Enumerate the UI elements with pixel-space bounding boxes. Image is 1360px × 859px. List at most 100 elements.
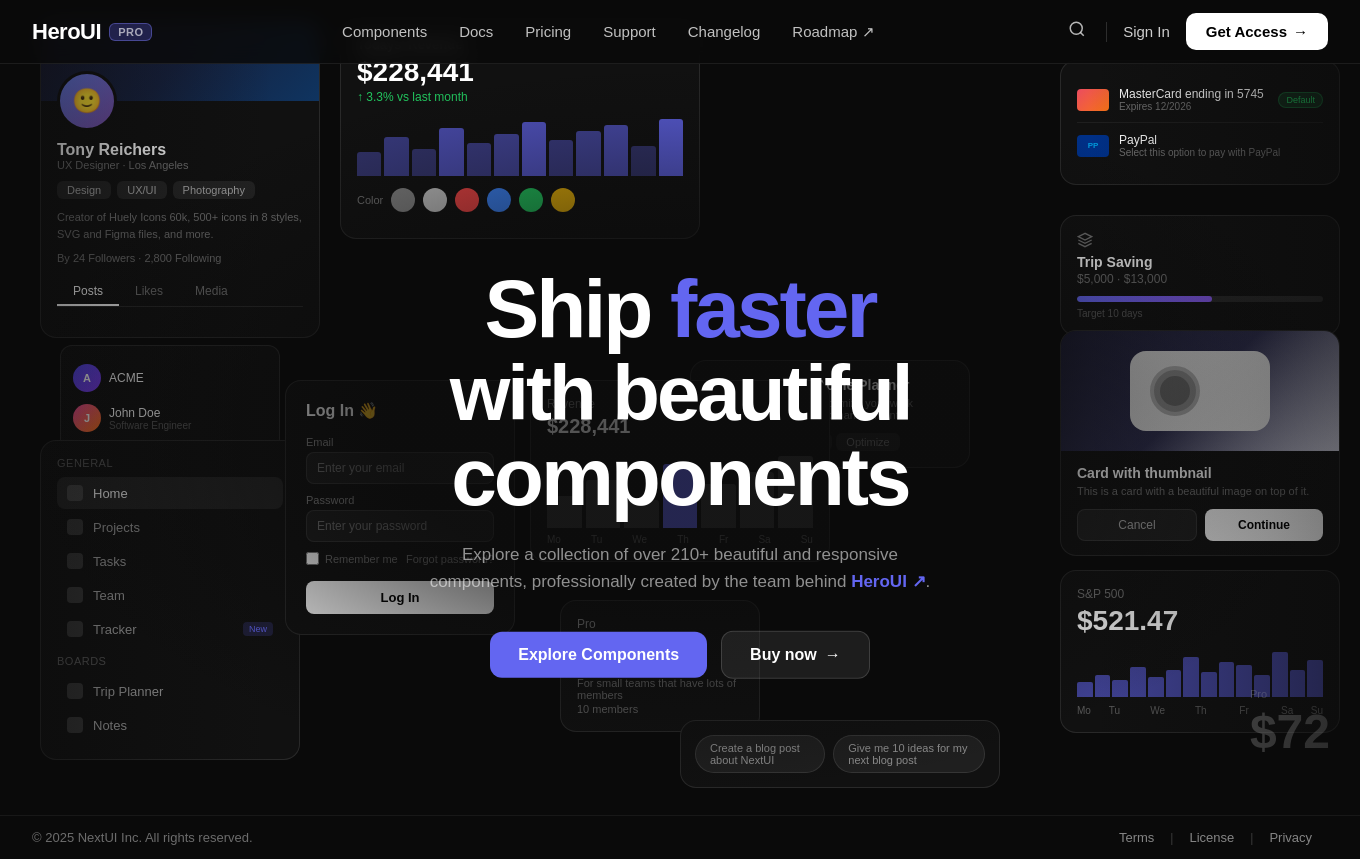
tag-ux: UX/UI <box>117 181 166 199</box>
profile-stats: By 24 Followers · 2,800 Following <box>57 252 303 264</box>
spark-4 <box>1130 667 1146 697</box>
paypal-sub: Select this option to pay with PayPal <box>1119 147 1280 158</box>
stock-price: $521.47 <box>1077 605 1323 637</box>
sidebar-dot-home <box>67 485 83 501</box>
sidebar-item-home[interactable]: Home <box>57 477 283 509</box>
paypal-icon: PP <box>1077 135 1109 157</box>
hero-title-ship: Ship <box>485 263 670 354</box>
profile-subtitle: UX Designer · Los Angeles <box>57 159 303 171</box>
paypal-info: PP PayPal Select this option to pay with… <box>1077 133 1280 158</box>
product-lens-inner <box>1160 376 1190 406</box>
swatch-blue[interactable] <box>487 188 511 212</box>
sidebar-dot-notes <box>67 717 83 733</box>
big-price-right: Pro $72 <box>1250 688 1330 759</box>
profile-name: Tony Reichers <box>57 141 303 159</box>
org-row-john: J John Doe Software Engineer <box>73 398 267 438</box>
camera-card: Card with thumbnail This is a card with … <box>1060 330 1340 556</box>
mastercard-icon <box>1077 89 1109 111</box>
sidebar-dot-trip <box>67 683 83 699</box>
sidebar-item-notes[interactable]: Notes <box>57 709 283 741</box>
swatch-red[interactable] <box>455 188 479 212</box>
bar-6 <box>494 134 518 176</box>
profile-body: Tony Reichers UX Designer · Los Angeles … <box>41 101 319 337</box>
sign-in-button[interactable]: Sign In <box>1123 23 1170 40</box>
camera-desc: This is a card with a beautiful image on… <box>1077 485 1323 497</box>
navbar-center: Components Docs Pricing Support Changelo… <box>342 23 874 41</box>
tracker-new-badge: New <box>243 622 273 636</box>
tab-posts[interactable]: Posts <box>57 278 119 306</box>
ai-chip-2[interactable]: Give me 10 ideas for my next blog post <box>833 735 985 773</box>
color-label: Color <box>357 194 383 206</box>
spark-7 <box>1183 657 1199 697</box>
bar-9 <box>576 131 600 176</box>
big-price-amount: $72 <box>1250 704 1330 759</box>
spark-2 <box>1095 675 1111 698</box>
bar-5 <box>467 143 491 176</box>
spark-3 <box>1112 680 1128 698</box>
tab-likes[interactable]: Likes <box>119 278 179 306</box>
org-info-john: John Doe Software Engineer <box>109 406 191 431</box>
org-avatar-acme: A <box>73 364 101 392</box>
sidebar-section-general: GENERAL <box>57 457 283 469</box>
sidebar-item-projects[interactable]: Projects <box>57 511 283 543</box>
sidebar-section-boards: BOARDS <box>57 655 283 667</box>
trip-amount: $5,000 · $13,000 <box>1077 272 1323 286</box>
search-button[interactable] <box>1064 16 1090 47</box>
bar-2 <box>384 137 408 176</box>
color-swatches: Color <box>357 188 683 212</box>
profile-avatar: 🙂 <box>57 71 117 131</box>
hero-title-line2: with beautiful <box>300 352 1060 434</box>
camera-title: Card with thumbnail <box>1077 465 1323 481</box>
org-card: A ACME J John Doe Software Engineer <box>60 345 280 451</box>
sidebar-section2-header: BOARDS Trip Planner Notes <box>57 655 283 741</box>
continue-button[interactable]: Continue <box>1205 509 1323 541</box>
hero-content: Ship faster with beautiful components Ex… <box>300 266 1060 678</box>
footer-link-license[interactable]: License <box>1173 830 1250 845</box>
bar-10 <box>604 125 628 176</box>
nav-components[interactable]: Components <box>342 23 427 40</box>
stock-name: S&P 500 <box>1077 587 1323 601</box>
nav-support[interactable]: Support <box>603 23 656 40</box>
bar-12 <box>659 119 683 176</box>
spark-6 <box>1166 670 1182 698</box>
bar-8 <box>549 140 573 176</box>
footer-link-privacy[interactable]: Privacy <box>1253 830 1328 845</box>
get-access-button[interactable]: Get Access → <box>1186 13 1328 50</box>
camera-body: Card with thumbnail This is a card with … <box>1061 451 1339 555</box>
tab-media[interactable]: Media <box>179 278 244 306</box>
mini-chart <box>357 116 683 176</box>
buy-now-button[interactable]: Buy now → <box>721 631 870 679</box>
camera-actions: Cancel Continue <box>1077 509 1323 541</box>
nav-pricing[interactable]: Pricing <box>525 23 571 40</box>
footer: © 2025 NextUI Inc. All rights reserved. … <box>0 815 1360 859</box>
sidebar-item-team[interactable]: Team <box>57 579 283 611</box>
cancel-button[interactable]: Cancel <box>1077 509 1197 541</box>
svg-point-0 <box>1070 22 1082 34</box>
payment-card: MasterCard ending in 5745 Expires 12/202… <box>1060 60 1340 185</box>
camera-image <box>1061 331 1339 451</box>
navbar-divider <box>1106 22 1107 42</box>
heroui-link[interactable]: HeroUI ↗ <box>851 571 925 590</box>
nav-roadmap[interactable]: Roadmap ↗ <box>792 23 874 41</box>
navbar-left: HeroUI PRO <box>32 19 152 45</box>
paypal-row: PP PayPal Select this option to pay with… <box>1077 123 1323 168</box>
swatch-green[interactable] <box>519 188 543 212</box>
footer-copyright: © 2025 NextUI Inc. All rights reserved. <box>32 830 253 845</box>
nav-docs[interactable]: Docs <box>459 23 493 40</box>
swatch-silver[interactable] <box>423 188 447 212</box>
swatch-yellow[interactable] <box>551 188 575 212</box>
explore-components-button[interactable]: Explore Components <box>490 632 707 678</box>
paypal-name: PayPal <box>1119 133 1280 147</box>
hero-title-line3: components <box>300 434 1060 520</box>
swatch-gray[interactable] <box>391 188 415 212</box>
ai-chip-1[interactable]: Create a blog post about NextUI <box>695 735 825 773</box>
hero-buttons: Explore Components Buy now → <box>300 631 1060 679</box>
sidebar-item-trip-planner[interactable]: Trip Planner <box>57 675 283 707</box>
sidebar-item-tracker[interactable]: Tracker New <box>57 613 283 645</box>
nav-changelog[interactable]: Changelog <box>688 23 761 40</box>
ai-chips-row: Create a blog post about NextUI Give me … <box>695 735 985 773</box>
sidebar-item-tasks[interactable]: Tasks <box>57 545 283 577</box>
pro-badge: PRO <box>109 23 152 41</box>
footer-link-terms[interactable]: Terms <box>1103 830 1170 845</box>
profile-tags: Design UX/UI Photography <box>57 181 303 199</box>
